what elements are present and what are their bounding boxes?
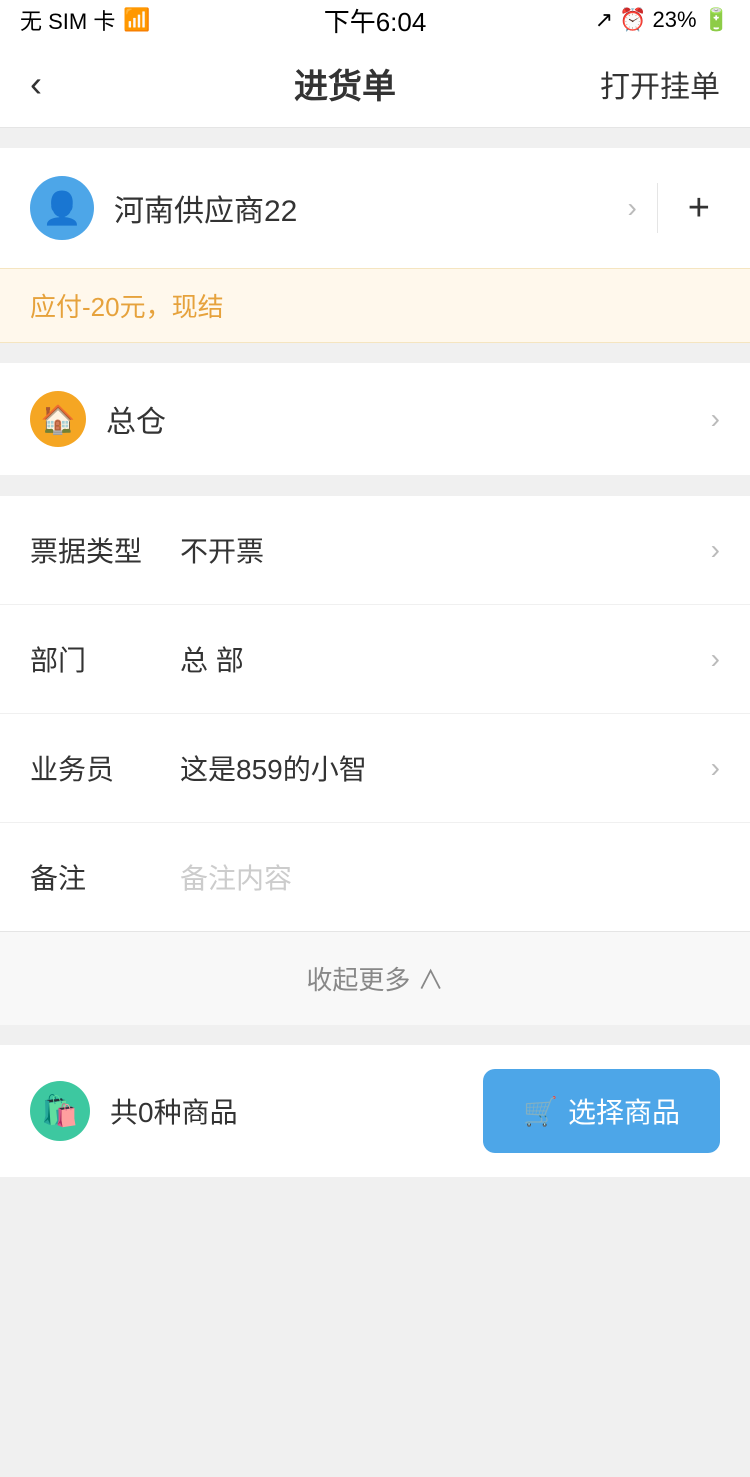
warehouse-chevron-icon: ›	[711, 403, 720, 435]
salesman-row[interactable]: 业务员 这是859的小智 ›	[0, 713, 750, 822]
invoice-type-value: 不开票	[160, 530, 711, 570]
notice-bar: 应付-20元，现结	[0, 268, 750, 343]
select-product-button[interactable]: 🛒 选择商品	[483, 1069, 720, 1153]
supplier-name: 河南供应商22	[114, 186, 627, 230]
section-gap-3	[0, 475, 750, 495]
status-time: 下午6:04	[324, 2, 427, 39]
collapse-row[interactable]: 收起更多 ∧	[0, 931, 750, 1025]
avatar: 👤	[30, 176, 94, 240]
department-chevron-icon: ›	[711, 643, 720, 675]
department-label: 部门	[30, 639, 160, 679]
select-product-label: 选择商品	[568, 1091, 680, 1131]
form-card: 票据类型 不开票 › 部门 总 部 › 业务员 这是859的小智 › 备注 备注…	[0, 495, 750, 1025]
alarm-icon: ⏰	[619, 7, 646, 33]
status-bar: 无 SIM 卡 📶 下午6:04 ↗ ⏰ 23% 🔋	[0, 0, 750, 40]
salesman-chevron-icon: ›	[711, 752, 720, 784]
warehouse-icon-bg: 🏠	[30, 391, 86, 447]
status-left: 无 SIM 卡 📶	[20, 4, 151, 36]
open-pending-button[interactable]: 打开挂单	[600, 62, 720, 106]
salesman-value: 这是859的小智	[160, 748, 711, 788]
add-button[interactable]: +	[678, 187, 720, 230]
chevron-right-icon: ›	[627, 192, 636, 224]
warehouse-card: 🏠 总仓 ›	[0, 363, 750, 475]
house-icon: 🏠	[41, 403, 76, 436]
carrier-label: 无 SIM 卡	[20, 4, 115, 36]
battery-label: 23%	[653, 7, 697, 33]
remark-row[interactable]: 备注 备注内容	[0, 822, 750, 931]
nav-bar: ‹ 进货单 打开挂单	[0, 40, 750, 128]
warehouse-row[interactable]: 🏠 总仓 ›	[0, 363, 750, 475]
product-count: 共0种商品	[110, 1091, 463, 1131]
back-button[interactable]: ‹	[30, 63, 90, 105]
battery-icon: 🔋	[703, 7, 730, 33]
status-right: ↗ ⏰ 23% 🔋	[595, 7, 730, 33]
product-icon-bg: 🛍️	[30, 1081, 90, 1141]
location-icon: ↗	[595, 7, 613, 33]
department-row[interactable]: 部门 总 部 ›	[0, 604, 750, 713]
avatar-icon: 👤	[42, 189, 82, 227]
supplier-card: 👤 河南供应商22 › + 应付-20元，现结	[0, 148, 750, 343]
invoice-type-label: 票据类型	[30, 530, 160, 570]
remark-placeholder: 备注内容	[160, 857, 720, 897]
wifi-icon: 📶	[123, 7, 150, 33]
page-title: 进货单	[294, 59, 396, 108]
section-gap-1	[0, 128, 750, 148]
supplier-row[interactable]: 👤 河南供应商22 › +	[0, 148, 750, 268]
remark-label: 备注	[30, 857, 160, 897]
empty-content	[0, 1177, 750, 1477]
bag-icon: 🛍️	[41, 1094, 78, 1129]
warehouse-name: 总仓	[106, 397, 711, 441]
salesman-label: 业务员	[30, 748, 160, 788]
section-gap-2	[0, 343, 750, 363]
divider	[657, 183, 658, 233]
bottom-bar: 🛍️ 共0种商品 🛒 选择商品	[0, 1045, 750, 1177]
department-value: 总 部	[160, 639, 711, 679]
invoice-type-row[interactable]: 票据类型 不开票 ›	[0, 495, 750, 604]
invoice-chevron-icon: ›	[711, 534, 720, 566]
cart-icon: 🛒	[523, 1095, 558, 1128]
